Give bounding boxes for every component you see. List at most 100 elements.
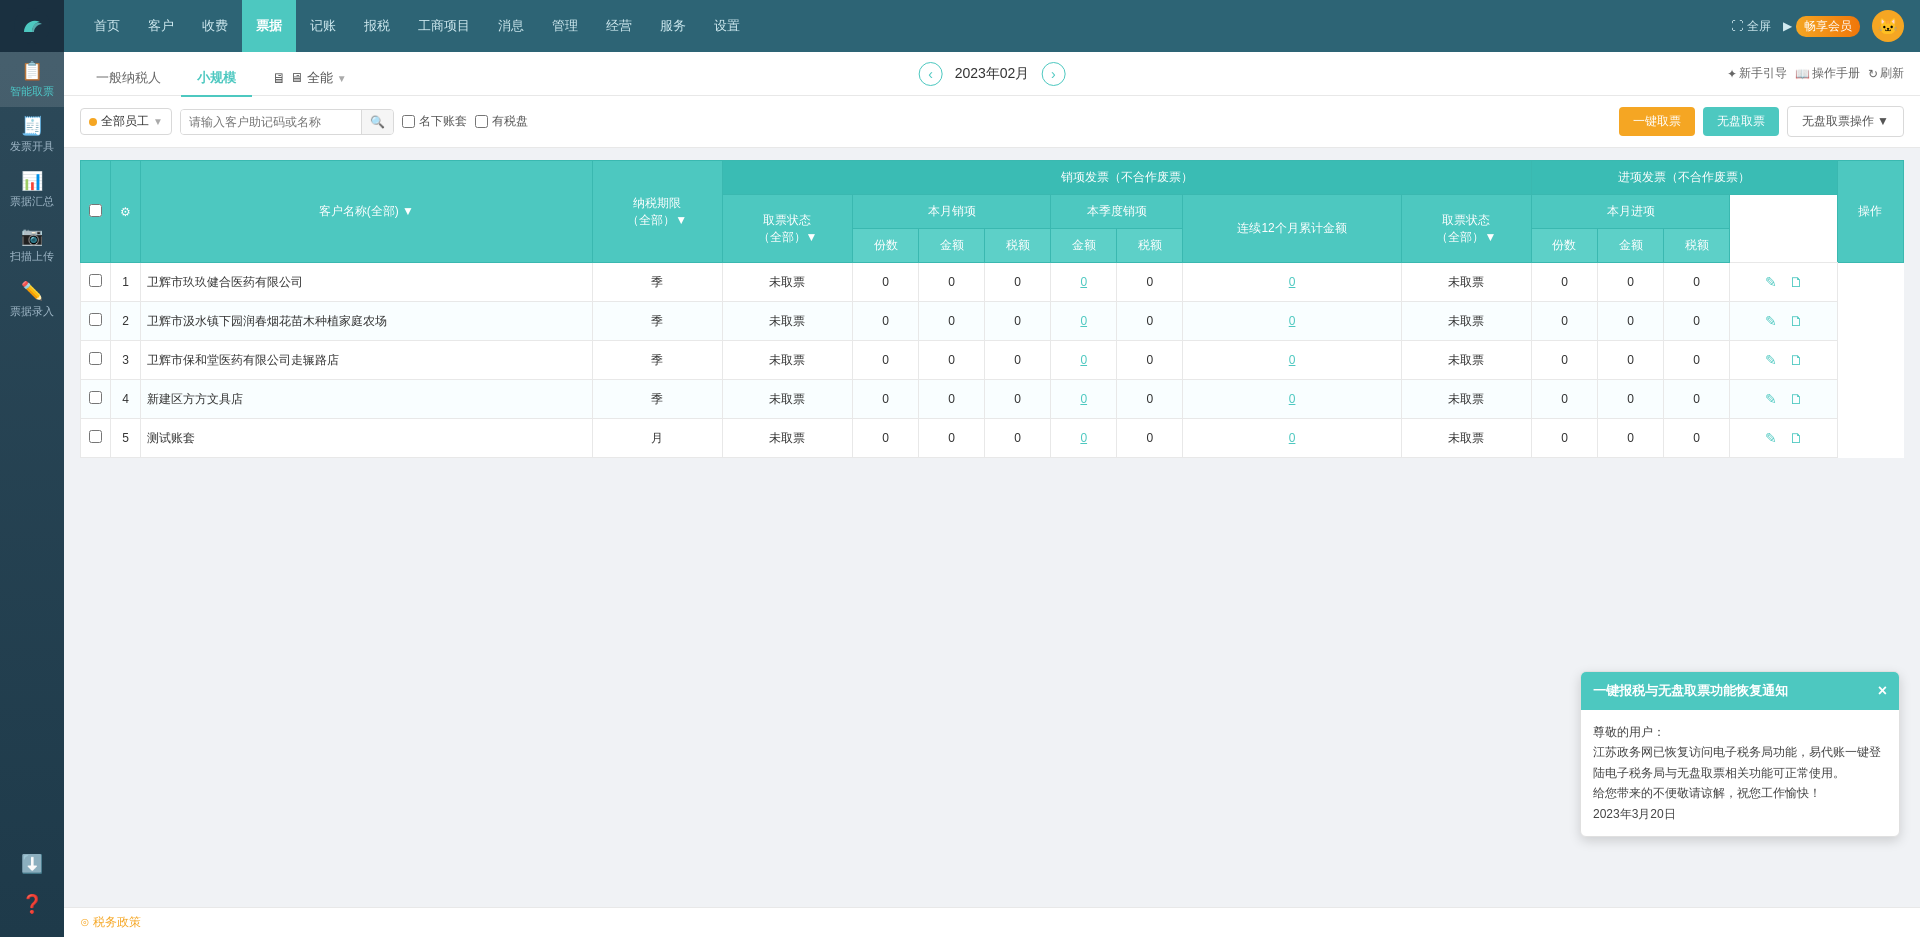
row-monthly-sale-tax: 0 <box>985 380 1051 419</box>
nav-customer[interactable]: 客户 <box>134 0 188 52</box>
row-monthly-purchase-amount: 0 <box>1598 419 1664 458</box>
new-guide-btn[interactable]: ✦ 新手引导 <box>1727 65 1787 82</box>
row-index: 3 <box>111 341 141 380</box>
row-detail-btn[interactable]: 🗋 <box>1785 310 1807 332</box>
row-edit-btn[interactable]: ✎ <box>1760 427 1782 449</box>
has-tax-filter[interactable]: 有税盘 <box>475 113 528 130</box>
row-edit-btn[interactable]: ✎ <box>1760 349 1782 371</box>
tab-all[interactable]: 🖥 🖥 全能 ▼ <box>256 61 363 97</box>
sidebar-item-issue-invoice[interactable]: 🧾 发票开具 <box>0 107 64 162</box>
row-index: 2 <box>111 302 141 341</box>
th-action: 操作 <box>1837 161 1903 263</box>
one-click-fetch-btn[interactable]: 一键取票 <box>1619 107 1695 136</box>
row-purchase-status: 未取票 <box>1401 341 1531 380</box>
period-navigation: ‹ 2023年02月 › <box>919 62 1066 86</box>
employee-filter[interactable]: 全部员工 ▼ <box>80 108 172 135</box>
tax-policy-link[interactable]: ⊙ 税务政策 <box>80 914 141 931</box>
vip-icon: ▶ <box>1783 19 1792 33</box>
row-detail-btn[interactable]: 🗋 <box>1785 271 1807 293</box>
row-quarterly-sale-amount[interactable]: 0 <box>1051 302 1117 341</box>
row-quarterly-sale-amount[interactable]: 0 <box>1051 380 1117 419</box>
nav-billing[interactable]: 收费 <box>188 0 242 52</box>
user-avatar[interactable]: 🐱 <box>1872 10 1904 42</box>
sidebar-item-summary[interactable]: 📊 票据汇总 <box>0 162 64 217</box>
row-checkbox[interactable] <box>81 341 111 380</box>
top-navigation: 首页 客户 收费 票据 记账 报税 工商项目 消息 管理 经营 服务 <box>64 0 1920 52</box>
row-customer: 测试账套 <box>141 419 593 458</box>
nav-business[interactable]: 工商项目 <box>404 0 484 52</box>
row-monthly-purchase-amount: 0 <box>1598 302 1664 341</box>
name-account-checkbox[interactable] <box>402 115 415 128</box>
row-edit-btn[interactable]: ✎ <box>1760 388 1782 410</box>
row-annual-cumulative[interactable]: 0 <box>1183 341 1401 380</box>
fullscreen-btn[interactable]: ⛶ 全屏 <box>1731 18 1771 35</box>
nav-settings[interactable]: 设置 <box>700 0 754 52</box>
sidebar-item-data-entry[interactable]: ✏️ 票据录入 <box>0 272 64 327</box>
table-row: 4 新建区方方文具店 季 未取票 0 0 0 0 0 0 未取票 0 0 0 ✎… <box>81 380 1904 419</box>
toolbar-left: 全部员工 ▼ 🔍 名下账套 有税盘 <box>80 108 1611 135</box>
has-tax-checkbox[interactable] <box>475 115 488 128</box>
th-purchase-status: 取票状态（全部）▼ <box>1401 195 1531 263</box>
row-sale-status: 未取票 <box>722 380 852 419</box>
row-checkbox[interactable] <box>81 263 111 302</box>
row-purchase-status: 未取票 <box>1401 302 1531 341</box>
operation-manual-btn[interactable]: 📖 操作手册 <box>1795 65 1860 82</box>
row-checkbox[interactable] <box>81 302 111 341</box>
sidebar-item-scan[interactable]: 📷 扫描上传 <box>0 217 64 272</box>
scan-icon: 📷 <box>21 227 43 245</box>
refresh-btn[interactable]: ↻ 刷新 <box>1868 65 1904 82</box>
sidebar-item-smart-fetch[interactable]: 📋 智能取票 <box>0 52 64 107</box>
next-period-btn[interactable]: › <box>1041 62 1065 86</box>
row-detail-btn[interactable]: 🗋 <box>1785 349 1807 371</box>
row-customer: 新建区方方文具店 <box>141 380 593 419</box>
search-box: 🔍 <box>180 109 394 135</box>
nav-invoice[interactable]: 票据 <box>242 0 296 52</box>
dropdown-chevron-icon: ▼ <box>153 116 163 127</box>
th-sale-amount: 金额 <box>919 229 985 263</box>
row-monthly-sale-amount: 0 <box>919 380 985 419</box>
sidebar-item-scan-label: 扫描上传 <box>10 249 54 264</box>
row-annual-cumulative[interactable]: 0 <box>1183 380 1401 419</box>
nav-management[interactable]: 管理 <box>538 0 592 52</box>
tab-general-taxpayer[interactable]: 一般纳税人 <box>80 61 177 97</box>
row-checkbox[interactable] <box>81 419 111 458</box>
row-monthly-sale-amount: 0 <box>919 263 985 302</box>
search-input[interactable] <box>181 110 361 134</box>
tab-bar: 一般纳税人 小规模 🖥 🖥 全能 ▼ ‹ 2023年02月 › <box>64 52 1920 96</box>
no-disk-fetch-btn[interactable]: 无盘取票 <box>1703 107 1779 136</box>
nav-service[interactable]: 服务 <box>646 0 700 52</box>
nav-bookkeeping[interactable]: 记账 <box>296 0 350 52</box>
prev-period-btn[interactable]: ‹ <box>919 62 943 86</box>
nav-operation[interactable]: 经营 <box>592 0 646 52</box>
th-purchase-count: 份数 <box>1531 229 1597 263</box>
sidebar-item-help[interactable]: ❓ <box>0 885 64 921</box>
select-all-checkbox[interactable] <box>89 204 102 217</box>
row-index: 4 <box>111 380 141 419</box>
row-edit-btn[interactable]: ✎ <box>1760 310 1782 332</box>
notification-close-btn[interactable]: × <box>1878 683 1887 699</box>
name-account-filter[interactable]: 名下账套 <box>402 113 467 130</box>
nav-message[interactable]: 消息 <box>484 0 538 52</box>
row-checkbox[interactable] <box>81 380 111 419</box>
row-quarterly-sale-amount[interactable]: 0 <box>1051 263 1117 302</box>
row-monthly-purchase-amount: 0 <box>1598 341 1664 380</box>
vip-btn[interactable]: ▶ 畅享会员 <box>1783 16 1860 37</box>
row-edit-btn[interactable]: ✎ <box>1760 271 1782 293</box>
th-qsale-tax: 税额 <box>1117 229 1183 263</box>
row-detail-btn[interactable]: 🗋 <box>1785 427 1807 449</box>
th-sale-group: 销项发票（不合作废票） <box>722 161 1531 195</box>
row-annual-cumulative[interactable]: 0 <box>1183 263 1401 302</box>
row-annual-cumulative[interactable]: 0 <box>1183 419 1401 458</box>
no-disk-ops-btn[interactable]: 无盘取票操作 ▼ <box>1787 106 1904 137</box>
row-annual-cumulative[interactable]: 0 <box>1183 302 1401 341</box>
search-button[interactable]: 🔍 <box>361 110 393 134</box>
tab-small-scale[interactable]: 小规模 <box>181 61 252 97</box>
nav-tax[interactable]: 报税 <box>350 0 404 52</box>
row-quarterly-sale-amount[interactable]: 0 <box>1051 419 1117 458</box>
row-quarterly-sale-amount[interactable]: 0 <box>1051 341 1117 380</box>
monitor-icon: 🖥 <box>272 70 286 86</box>
nav-home[interactable]: 首页 <box>80 0 134 52</box>
row-sale-status: 未取票 <box>722 419 852 458</box>
sidebar-item-download[interactable]: ⬇️ <box>0 845 64 881</box>
row-detail-btn[interactable]: 🗋 <box>1785 388 1807 410</box>
